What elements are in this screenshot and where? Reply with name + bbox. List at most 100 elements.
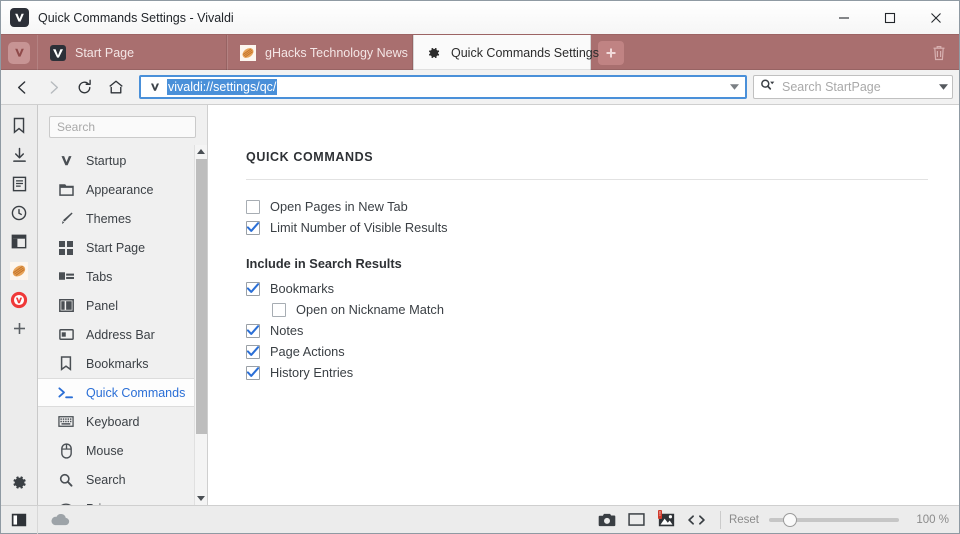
zoom-slider-knob[interactable] xyxy=(783,512,797,527)
checkbox-open-on-nickname-match[interactable] xyxy=(272,302,286,317)
sidebar-item-bookmarks[interactable]: Bookmarks xyxy=(38,349,207,378)
ghacks-favicon xyxy=(240,44,256,61)
vivaldi-round-icon[interactable] xyxy=(1,285,38,314)
status-bar-right: ! Reset 100 % xyxy=(592,506,959,534)
eye-icon xyxy=(56,503,76,505)
mouse-icon xyxy=(56,442,76,459)
image-blocker-icon[interactable]: ! xyxy=(652,506,682,534)
zoom-slider[interactable] xyxy=(769,512,899,527)
sidebar-item-keyboard[interactable]: Keyboard xyxy=(38,407,207,436)
sidebar-item-address-bar[interactable]: Address Bar xyxy=(38,320,207,349)
checkbox-page-actions[interactable] xyxy=(246,344,260,359)
back-arrow-icon[interactable] xyxy=(7,72,38,103)
camera-icon[interactable] xyxy=(592,506,622,534)
sidebar-item-startup[interactable]: Startup xyxy=(38,146,207,175)
gear-favicon xyxy=(426,45,442,61)
ghacks-favicon[interactable] xyxy=(1,256,38,285)
panel-strip xyxy=(1,105,38,505)
zoom-level-label: 100 % xyxy=(916,513,949,526)
bookmark-icon[interactable] xyxy=(1,111,38,140)
tab-label: Start Page xyxy=(75,45,135,60)
home-icon[interactable] xyxy=(100,72,131,103)
code-brackets-icon[interactable] xyxy=(682,506,712,534)
sidebar-item-quick-commands[interactable]: Quick Commands xyxy=(38,378,195,407)
settings-sidebar-scrollbar[interactable] xyxy=(194,145,207,505)
plus-icon[interactable] xyxy=(1,314,38,343)
tab-quick-commands-settings[interactable]: Quick Commands Settings xyxy=(413,35,599,70)
checkbox-row-limit-visible-results[interactable]: Limit Number of Visible Results xyxy=(246,217,959,238)
title-divider xyxy=(246,179,928,180)
checkbox-row-open-on-nickname-match[interactable]: Open on Nickname Match xyxy=(246,299,959,320)
new-tab-button[interactable] xyxy=(598,41,624,65)
settings-content: QUICK COMMANDS Open Pages in New Tab Lim… xyxy=(208,105,959,505)
address-bar-icon xyxy=(56,329,76,340)
trash-icon[interactable] xyxy=(931,35,947,70)
checkbox-row-open-pages-in-new-tab[interactable]: Open Pages in New Tab xyxy=(246,196,959,217)
zoom-reset-button[interactable]: Reset xyxy=(729,514,759,526)
sidebar-item-label: Start Page xyxy=(86,240,146,255)
search-input[interactable]: Search StartPage xyxy=(782,80,881,94)
tabs-icon xyxy=(56,272,76,281)
checkbox-row-bookmarks[interactable]: Bookmarks xyxy=(246,278,959,299)
minimize-button[interactable] xyxy=(821,1,867,34)
vivaldi-browser-window: Quick Commands Settings - Vivaldi Start … xyxy=(0,0,960,534)
checkbox-row-history-entries[interactable]: History Entries xyxy=(246,362,959,383)
folder-icon xyxy=(56,183,76,196)
checkbox-history-entries[interactable] xyxy=(246,365,260,380)
checkbox-label: Page Actions xyxy=(270,344,345,359)
sidebar-item-search[interactable]: Search xyxy=(38,465,207,494)
cloud-icon[interactable] xyxy=(50,513,70,526)
page-title: QUICK COMMANDS xyxy=(246,150,374,164)
tab-ghacks-technology-news[interactable]: gHacks Technology News xyxy=(227,35,413,70)
sidebar-item-tabs[interactable]: Tabs xyxy=(38,262,207,291)
tab-label: gHacks Technology News xyxy=(265,45,408,60)
vivaldi-menu-icon[interactable] xyxy=(1,35,37,70)
reload-icon[interactable] xyxy=(69,72,100,103)
sidebar-item-start-page[interactable]: Start Page xyxy=(38,233,207,262)
scrollbar-thumb[interactable] xyxy=(196,159,207,434)
search-engine-chevron-down-icon[interactable] xyxy=(939,84,948,90)
grid-icon xyxy=(56,240,76,255)
window-title: Quick Commands Settings - Vivaldi xyxy=(38,10,234,25)
checkbox-row-notes[interactable]: Notes xyxy=(246,320,959,341)
sidebar-item-themes[interactable]: Themes xyxy=(38,204,207,233)
vivaldi-logo-icon[interactable] xyxy=(10,8,29,27)
search-magnifier-icon[interactable] xyxy=(760,78,775,96)
sidebar-item-appearance[interactable]: Appearance xyxy=(38,175,207,204)
checkbox-limit-number-of-visible-results[interactable] xyxy=(246,220,260,235)
settings-search-placeholder: Search xyxy=(57,120,96,134)
window-icon[interactable] xyxy=(1,227,38,256)
checkbox-notes[interactable] xyxy=(246,323,260,338)
prompt-icon xyxy=(56,386,76,400)
notes-icon[interactable] xyxy=(1,169,38,198)
sidebar-item-label: Tabs xyxy=(86,269,113,284)
gear-icon[interactable] xyxy=(1,468,38,497)
sidebar-item-label: Themes xyxy=(86,211,132,226)
tab-start-page[interactable]: Start Page xyxy=(37,35,227,70)
download-icon[interactable] xyxy=(1,140,38,169)
triangle-up-icon[interactable] xyxy=(195,145,207,158)
sidebar-item-label: Search xyxy=(86,472,126,487)
sidebar-item-mouse[interactable]: Mouse xyxy=(38,436,207,465)
clock-icon[interactable] xyxy=(1,198,38,227)
search-field[interactable]: Search StartPage xyxy=(753,75,953,99)
maximize-button[interactable] xyxy=(867,1,913,34)
keyboard-icon xyxy=(56,416,76,427)
tab-label: Quick Commands Settings xyxy=(451,45,599,60)
settings-nav-list: Startup Appearance Themes Start Page Tab… xyxy=(38,146,207,505)
panel-toggle-icon[interactable] xyxy=(1,505,38,534)
sidebar-item-panel[interactable]: Panel xyxy=(38,291,207,320)
address-bar-input[interactable]: vivaldi://settings/qc/ xyxy=(167,79,278,95)
checkbox-row-page-actions[interactable]: Page Actions xyxy=(246,341,959,362)
settings-search-input[interactable]: Search xyxy=(49,116,196,138)
forward-arrow-icon[interactable] xyxy=(38,72,69,103)
address-bar[interactable]: vivaldi://settings/qc/ xyxy=(139,75,747,99)
status-divider xyxy=(719,510,721,529)
address-bar-chevron-down-icon[interactable] xyxy=(723,76,745,98)
sidebar-item-privacy[interactable]: Privacy xyxy=(38,494,207,505)
checkbox-open-pages-in-new-tab[interactable] xyxy=(246,199,260,214)
tile-icon[interactable] xyxy=(622,506,652,534)
close-button[interactable] xyxy=(913,1,959,34)
triangle-down-icon[interactable] xyxy=(195,492,207,505)
checkbox-bookmarks[interactable] xyxy=(246,281,260,296)
